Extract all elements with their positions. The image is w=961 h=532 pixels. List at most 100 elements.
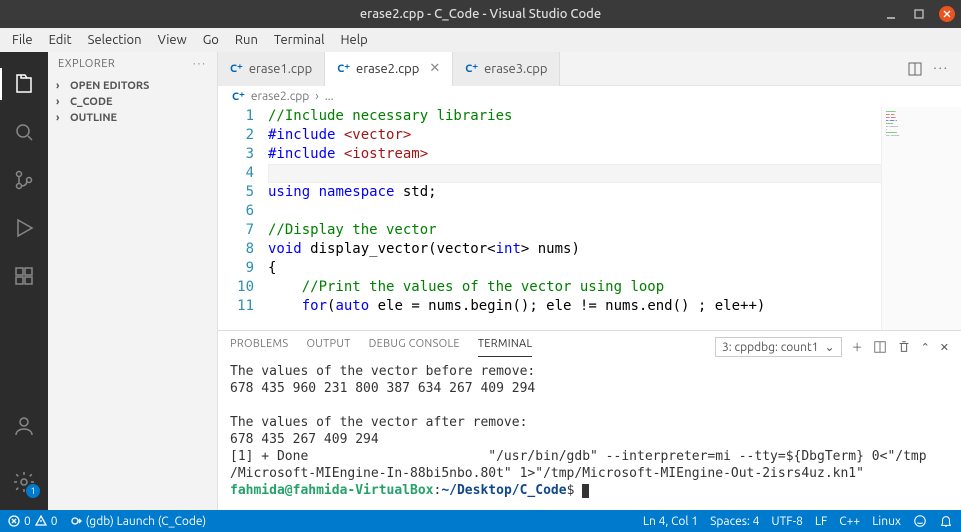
line-number: 7: [218, 221, 254, 240]
explorer-icon[interactable]: [0, 60, 48, 108]
tab-label: erase2.cpp: [356, 62, 419, 76]
cpp-file-icon: C⁺: [230, 62, 243, 75]
window-title: erase2.cpp - C_Code - Visual Studio Code: [360, 7, 601, 21]
code-line[interactable]: [268, 164, 961, 183]
line-number: 10: [218, 278, 254, 297]
line-number: 5: [218, 183, 254, 202]
line-number: 11: [218, 297, 254, 316]
menubar: FileEditSelectionViewGoRunTerminalHelp: [0, 28, 961, 52]
cpp-file-icon: C⁺: [465, 62, 478, 75]
panel-tab-output[interactable]: OUTPUT: [306, 338, 350, 356]
code-line[interactable]: #include <vector>: [268, 126, 961, 145]
terminal-line: [230, 397, 949, 414]
menu-item-file[interactable]: File: [4, 31, 41, 49]
code-editor[interactable]: 1234567891011 //Include necessary librar…: [218, 107, 961, 330]
tab-erase3-cpp[interactable]: C⁺ erase3.cpp: [453, 52, 560, 86]
minimize-button[interactable]: [883, 6, 899, 22]
panel-tab-debug-console[interactable]: DEBUG CONSOLE: [369, 338, 460, 356]
line-number: 8: [218, 240, 254, 259]
maximize-panel-icon[interactable]: ⌃: [921, 341, 930, 354]
menu-item-help[interactable]: Help: [332, 31, 375, 49]
extensions-icon[interactable]: [0, 252, 48, 300]
sidebar-section-open-editors[interactable]: ›OPEN EDITORS: [48, 78, 217, 94]
sidebar-section-outline[interactable]: ›OUTLINE: [48, 110, 217, 126]
menu-item-terminal[interactable]: Terminal: [266, 31, 333, 49]
line-number: 3: [218, 145, 254, 164]
terminal-line: 678 435 267 409 294: [230, 431, 949, 448]
status-spaces[interactable]: Spaces: 4: [710, 515, 759, 528]
line-number: 1: [218, 107, 254, 126]
menu-item-run[interactable]: Run: [227, 31, 266, 49]
line-number: 9: [218, 259, 254, 278]
sidebar: EXPLORER ··· ›OPEN EDITORS›C_CODE›OUTLIN…: [48, 52, 218, 510]
terminal-prompt[interactable]: fahmida@fahmida-VirtualBox:~/Desktop/C_C…: [230, 482, 949, 499]
minimap[interactable]: ▬▬▬▬▬▬▬▬▬▬▬ ▬▬▬▬▬▬ ▬▬▬▬▬▬ ▬▬▬▬ ▬▬▬▬▬▬▬▬▬…: [881, 107, 961, 330]
settings-badge: 1: [26, 484, 40, 498]
status-os[interactable]: Linux: [872, 515, 901, 528]
new-terminal-icon[interactable]: ＋: [852, 339, 863, 355]
editor-area: C⁺ erase1.cpp C⁺ erase2.cpp ✕ C⁺ erase3.cpp ··…: [218, 52, 961, 510]
tabs-row: C⁺ erase1.cpp C⁺ erase2.cpp ✕ C⁺ erase3.cpp ··…: [218, 52, 961, 86]
code-line[interactable]: void display_vector(vector<int> nums): [268, 240, 961, 259]
more-actions-icon[interactable]: ···: [933, 61, 949, 77]
tab-erase1-cpp[interactable]: C⁺ erase1.cpp: [218, 52, 325, 86]
cpp-file-icon: C⁺: [337, 62, 350, 75]
sidebar-section-label: OUTLINE: [70, 112, 117, 124]
chevron-down-icon: ⌄: [825, 340, 835, 354]
code-line[interactable]: for(auto ele = nums.begin(); ele != nums…: [268, 297, 961, 316]
kill-terminal-icon[interactable]: [897, 340, 911, 354]
panel-tab-terminal[interactable]: TERMINAL: [478, 338, 533, 357]
code-line[interactable]: using namespace std;: [268, 183, 961, 202]
split-editor-icon[interactable]: [907, 61, 923, 77]
status-errors[interactable]: 0 0: [8, 515, 58, 528]
maximize-button[interactable]: [911, 6, 927, 22]
run-debug-icon[interactable]: [0, 204, 48, 252]
terminal-line: /Microsoft-MIEngine-In-88bi5nbo.80t" 1>"…: [230, 465, 949, 482]
status-notifications-icon[interactable]: [939, 514, 953, 528]
code-line[interactable]: [268, 202, 961, 221]
search-icon[interactable]: [0, 108, 48, 156]
menu-item-go[interactable]: Go: [195, 31, 227, 49]
account-icon[interactable]: [0, 402, 48, 450]
sidebar-more-icon[interactable]: ···: [193, 58, 207, 70]
status-feedback-icon[interactable]: [913, 514, 927, 528]
close-tab-icon[interactable]: ✕: [429, 61, 440, 76]
terminal-line: The values of the vector before remove:: [230, 363, 949, 380]
tab-erase2-cpp[interactable]: C⁺ erase2.cpp ✕: [325, 52, 453, 86]
breadcrumb[interactable]: C⁺ erase2.cpp › ...: [218, 86, 961, 107]
sidebar-section-c-code[interactable]: ›C_CODE: [48, 94, 217, 110]
code-line[interactable]: //Display the vector: [268, 221, 961, 240]
menu-item-selection[interactable]: Selection: [80, 31, 150, 49]
code-line[interactable]: {: [268, 259, 961, 278]
terminal-select[interactable]: 3: cppdbg: count1 ⌄: [715, 337, 842, 357]
menu-item-edit[interactable]: Edit: [41, 31, 80, 49]
chevron-right-icon: ›: [56, 112, 70, 124]
menu-item-view[interactable]: View: [150, 31, 195, 49]
close-panel-icon[interactable]: ✕: [940, 341, 949, 354]
breadcrumb-file: erase2.cpp: [251, 90, 309, 103]
split-terminal-icon[interactable]: [873, 340, 887, 354]
terminal-output[interactable]: The values of the vector before remove: 6…: [218, 357, 961, 510]
code-line[interactable]: #include <iostream>: [268, 145, 961, 164]
status-encoding[interactable]: UTF-8: [771, 515, 802, 528]
panel-tab-problems[interactable]: PROBLEMS: [230, 338, 288, 356]
settings-gear-icon[interactable]: 1: [0, 458, 48, 506]
code-line[interactable]: //Include necessary libraries: [268, 107, 961, 126]
status-lang[interactable]: C++: [839, 515, 860, 528]
chevron-right-icon: ›: [315, 90, 318, 103]
status-lncol[interactable]: Ln 4, Col 1: [643, 515, 698, 528]
code-line[interactable]: //Print the values of the vector using l…: [268, 278, 961, 297]
sidebar-section-label: OPEN EDITORS: [70, 80, 149, 92]
terminal-line: [1] + Done "/usr/bin/gdb" --interpreter=…: [230, 448, 949, 465]
line-number: 2: [218, 126, 254, 145]
tab-label: erase3.cpp: [484, 62, 547, 76]
close-button[interactable]: [939, 6, 955, 22]
line-number: 6: [218, 202, 254, 221]
terminal-cursor: [582, 484, 589, 498]
source-control-icon[interactable]: [0, 156, 48, 204]
titlebar: erase2.cpp - C_Code - Visual Studio Code: [0, 0, 961, 28]
status-launch[interactable]: (gdb) Launch (C_Code): [70, 515, 207, 528]
tab-label: erase1.cpp: [249, 62, 312, 76]
chevron-right-icon: ›: [56, 96, 70, 108]
status-eol[interactable]: LF: [815, 515, 827, 528]
